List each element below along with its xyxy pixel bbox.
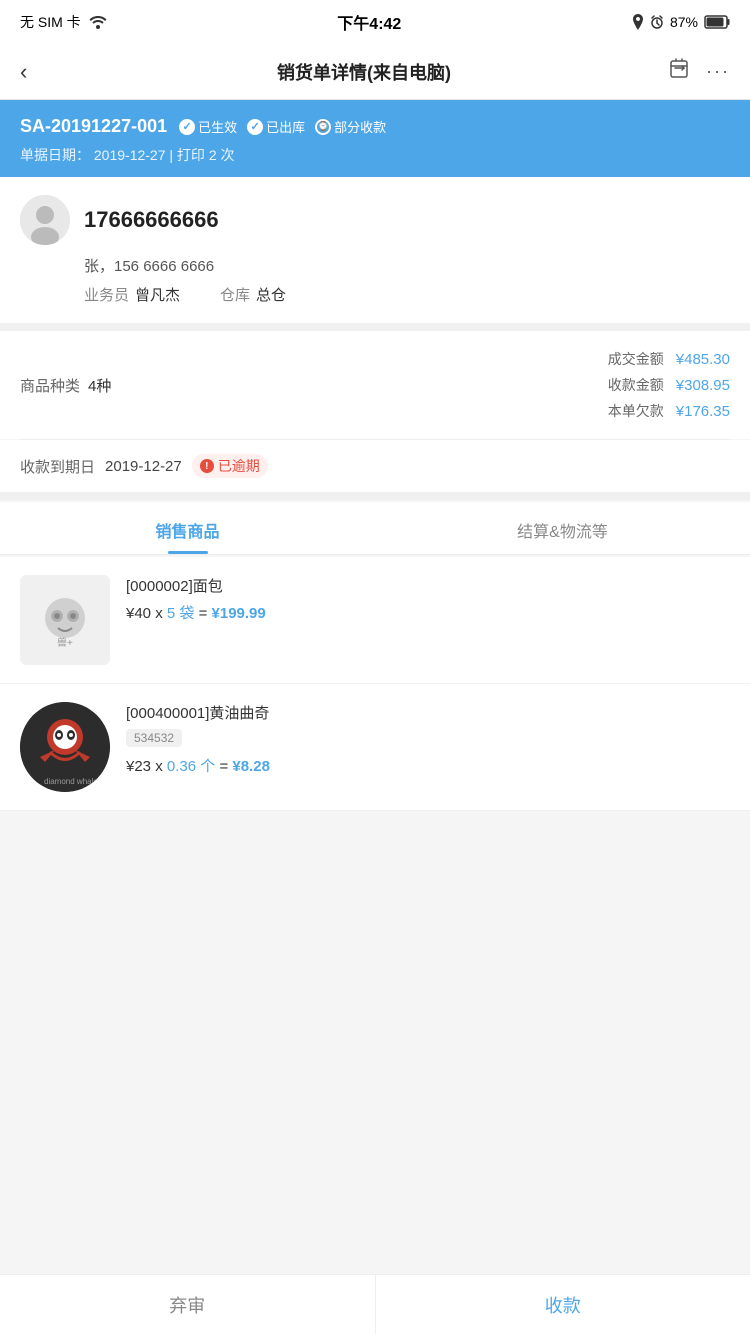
customer-phone: 17666666666 bbox=[84, 207, 219, 233]
price-equals-cookie: = bbox=[219, 758, 232, 775]
product-unit-cookie: 个 bbox=[200, 758, 215, 775]
badge-partial-payment: ⌚ 部分收款 bbox=[315, 117, 386, 136]
clock-icon: ⌚ bbox=[315, 119, 331, 135]
debt-label: 本单欠款 bbox=[608, 401, 664, 421]
due-date-section: 收款到期日 2019-12-27 ! 已逾期 bbox=[0, 440, 750, 492]
debt-value: ¥176.35 bbox=[676, 403, 730, 420]
status-left: 无 SIM 卡 bbox=[20, 12, 107, 32]
product-qty-bread: 5 bbox=[167, 605, 175, 622]
battery-icon bbox=[704, 15, 730, 29]
product-item: 兽+ [0000002]面包 ¥40 x 5 袋 = ¥199.99 bbox=[0, 557, 750, 684]
meta-date-value: 2019-12-27 bbox=[94, 147, 166, 163]
received-row: 收款金额 ¥308.95 bbox=[608, 375, 730, 395]
received-value: ¥308.95 bbox=[676, 377, 730, 394]
tabs-row: 销售商品 结算&物流等 bbox=[0, 502, 750, 555]
due-date-value: 2019-12-27 bbox=[105, 458, 182, 475]
customer-details-row: 业务员 曾凡杰 仓库 总仓 bbox=[20, 284, 730, 305]
meta-print: | 打印 2 次 bbox=[169, 147, 234, 163]
product-name-cookie: [000400001]黄油曲奇 bbox=[126, 702, 730, 723]
warehouse-label: 仓库 bbox=[220, 284, 250, 305]
overdue-text: 已逾期 bbox=[218, 456, 260, 476]
price-base-bread: ¥40 bbox=[126, 605, 151, 622]
status-time: 下午4:42 bbox=[337, 10, 401, 34]
location-icon bbox=[632, 14, 644, 30]
svg-text:兽+: 兽+ bbox=[57, 636, 73, 649]
category-label: 商品种类 bbox=[20, 375, 80, 396]
product-sku-cookie: 534532 bbox=[126, 729, 182, 747]
sales-label: 业务员 bbox=[84, 284, 129, 305]
product-info-cookie: [000400001]黄油曲奇 534532 ¥23 x 0.36 个 = ¥8… bbox=[126, 702, 730, 776]
page-title: 销货单详情(来自电脑) bbox=[277, 59, 451, 85]
status-badges: ✓ 已生效 ✓ 已出库 ⌚ 部分收款 bbox=[179, 117, 386, 136]
product-price-cookie: ¥23 x 0.36 个 = ¥8.28 bbox=[126, 755, 730, 776]
amount-row: 成交金额 ¥485.30 bbox=[608, 349, 730, 369]
bottom-bar: 弃审 收款 bbox=[0, 1274, 750, 1334]
received-label: 收款金额 bbox=[608, 375, 664, 395]
badge-delivered: ✓ 已出库 bbox=[247, 117, 305, 136]
overdue-badge: ! 已逾期 bbox=[192, 454, 268, 478]
price-times-bread: x bbox=[155, 605, 167, 622]
warehouse-value: 总仓 bbox=[256, 284, 286, 305]
order-id: SA-20191227-001 bbox=[20, 116, 167, 137]
warehouse: 仓库 总仓 bbox=[220, 284, 286, 305]
product-name-bread: [0000002]面包 bbox=[126, 575, 730, 596]
product-price-bread: ¥40 x 5 袋 = ¥199.99 bbox=[126, 602, 730, 623]
product-image-cookie: diamond whale bbox=[20, 702, 110, 792]
cancel-review-button[interactable]: 弃审 bbox=[0, 1275, 376, 1334]
sales-value: 曾凡杰 bbox=[135, 284, 180, 305]
product-unit-bread: 袋 bbox=[179, 605, 194, 622]
bottom-spacer bbox=[0, 811, 750, 891]
status-bar: 无 SIM 卡 下午4:42 87% bbox=[0, 0, 750, 44]
overdue-icon: ! bbox=[200, 459, 214, 473]
nav-bar: ‹ 销货单详情(来自电脑) ··· bbox=[0, 44, 750, 100]
product-image-bread: 兽+ bbox=[20, 575, 110, 665]
product-total-bread: ¥199.99 bbox=[212, 605, 266, 622]
product-item-2: diamond whale [000400001]黄油曲奇 534532 ¥23… bbox=[0, 684, 750, 811]
check-icon-2: ✓ bbox=[247, 119, 263, 135]
product-info-bread: [0000002]面包 ¥40 x 5 袋 = ¥199.99 bbox=[126, 575, 730, 623]
customer-section: 17666666666 张，156 6666 6666 业务员 曾凡杰 仓库 总… bbox=[0, 177, 750, 323]
divider-1 bbox=[0, 323, 750, 331]
order-meta: 单据日期： 2019-12-27 | 打印 2 次 bbox=[20, 145, 730, 165]
alarm-icon bbox=[650, 15, 664, 30]
order-header-banner: SA-20191227-001 ✓ 已生效 ✓ 已出库 ⌚ 部分收款 单据日期：… bbox=[0, 100, 750, 177]
sales-person: 业务员 曾凡杰 bbox=[84, 284, 180, 305]
price-times-cookie: x bbox=[155, 758, 167, 775]
product-total-cookie: ¥8.28 bbox=[232, 758, 270, 775]
amount-label: 成交金额 bbox=[608, 349, 664, 369]
tab-settlement-logistics[interactable]: 结算&物流等 bbox=[375, 502, 750, 554]
customer-name-phone: 张，156 6666 6666 bbox=[20, 255, 730, 276]
check-icon-1: ✓ bbox=[179, 119, 195, 135]
payment-button[interactable]: 收款 bbox=[376, 1275, 750, 1334]
status-right: 87% bbox=[632, 14, 730, 30]
wifi-icon bbox=[89, 15, 107, 29]
amount-value: ¥485.30 bbox=[676, 351, 730, 368]
battery-text: 87% bbox=[670, 14, 698, 30]
back-button[interactable]: ‹ bbox=[20, 59, 60, 85]
product-qty-cookie: 0.36 bbox=[167, 758, 196, 775]
price-equals-bread: = bbox=[199, 605, 212, 622]
svg-text:diamond whale: diamond whale bbox=[44, 777, 98, 786]
no-sim-text: 无 SIM 卡 bbox=[20, 12, 81, 32]
more-icon[interactable]: ··· bbox=[706, 61, 730, 82]
tab-sales-products[interactable]: 销售商品 bbox=[0, 502, 375, 554]
summary-section: 商品种类 4种 成交金额 ¥485.30 收款金额 ¥308.95 本单欠款 ¥… bbox=[0, 331, 750, 439]
meta-date-label: 单据日期： bbox=[20, 147, 90, 163]
products-section: 兽+ [0000002]面包 ¥40 x 5 袋 = ¥199.99 bbox=[0, 557, 750, 811]
badge-effective: ✓ 已生效 bbox=[179, 117, 237, 136]
nav-actions: ··· bbox=[668, 58, 730, 86]
price-base-cookie: ¥23 bbox=[126, 758, 151, 775]
tabs-section: 销售商品 结算&物流等 bbox=[0, 502, 750, 555]
divider-2 bbox=[0, 492, 750, 500]
debt-row: 本单欠款 ¥176.35 bbox=[608, 401, 730, 421]
share-icon[interactable] bbox=[668, 58, 690, 86]
customer-avatar bbox=[20, 195, 70, 245]
due-label: 收款到期日 bbox=[20, 456, 95, 477]
category-value: 4种 bbox=[88, 375, 111, 396]
